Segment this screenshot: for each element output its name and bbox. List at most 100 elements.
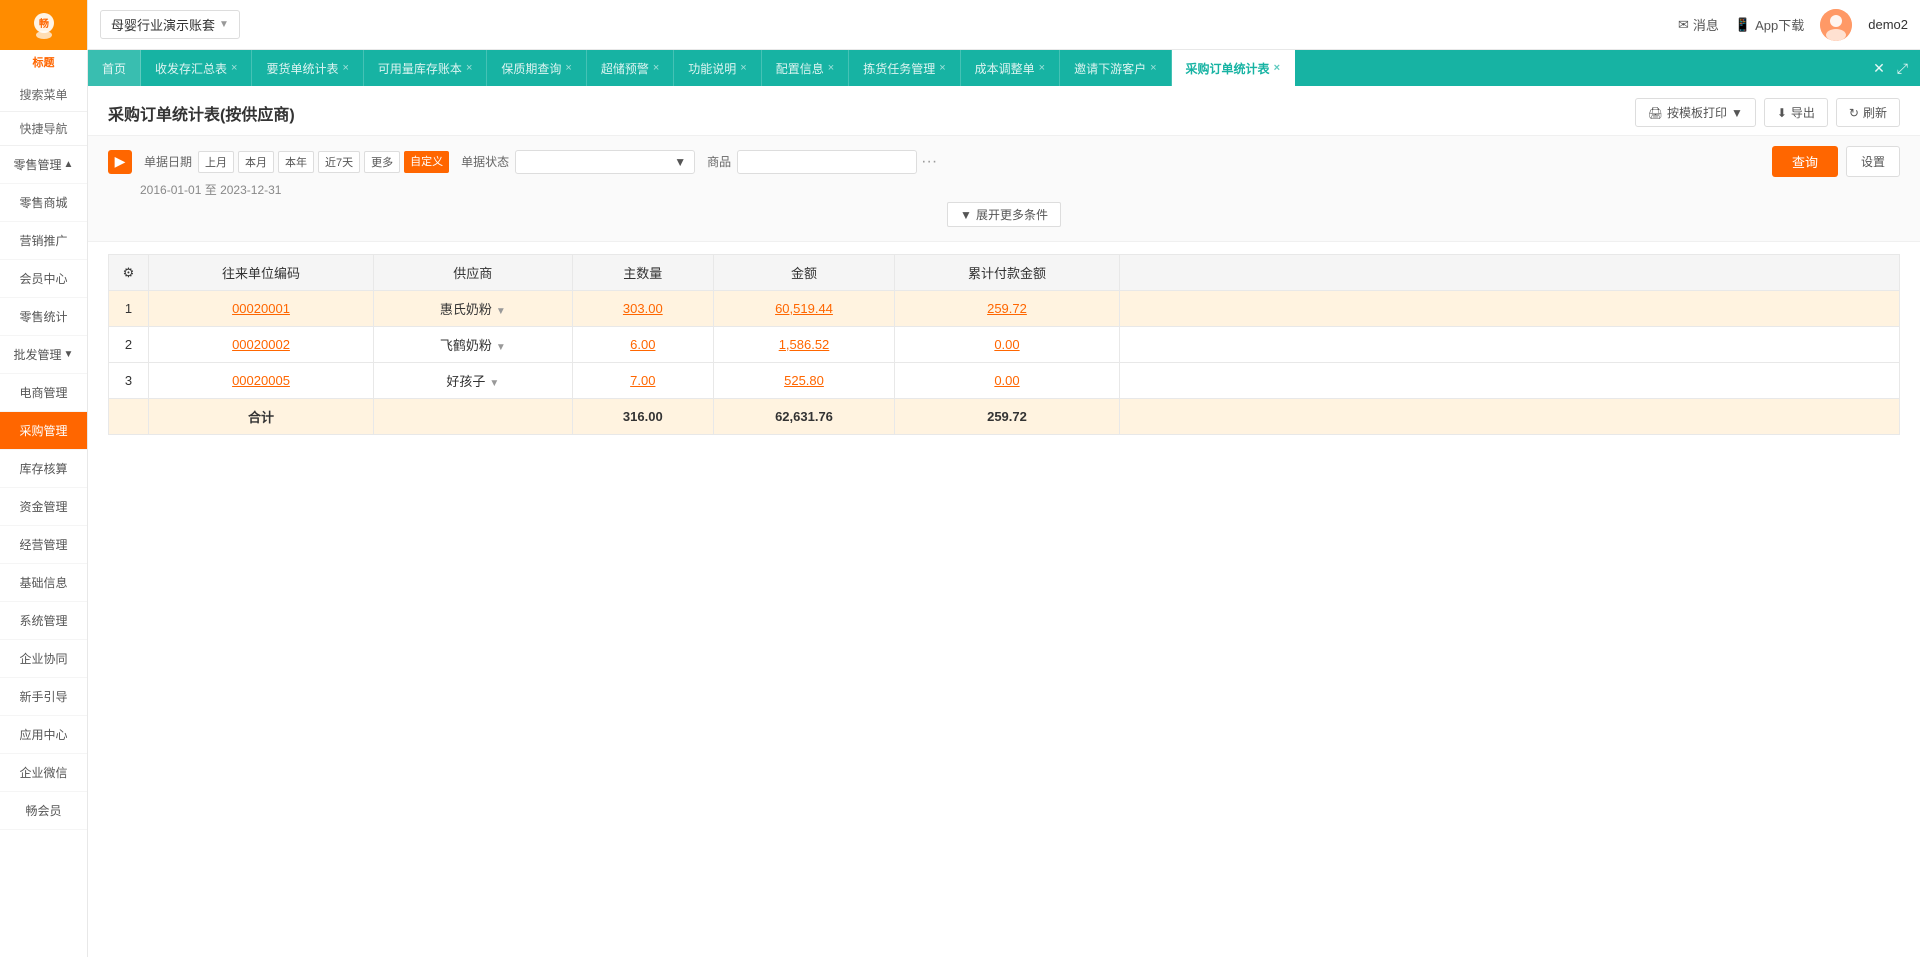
sidebar-item-retail-mgmt[interactable]: 零售管理 ▲ bbox=[0, 146, 87, 184]
close-icon[interactable]: × bbox=[231, 62, 237, 74]
chevron-down-icon: ▼ bbox=[1731, 106, 1743, 120]
tab-pick-task[interactable]: 拣货任务管理 × bbox=[849, 50, 960, 86]
chevron-down-icon: ▼ bbox=[64, 349, 74, 360]
row-paid[interactable]: 0.00 bbox=[894, 363, 1119, 399]
row-qty[interactable]: 303.00 bbox=[572, 291, 713, 327]
row-amount[interactable]: 525.80 bbox=[714, 363, 895, 399]
shortcut-this-month[interactable]: 本月 bbox=[238, 151, 274, 173]
sidebar-item-label: 营销推广 bbox=[19, 234, 67, 248]
tab-invite[interactable]: 邀请下游客户 × bbox=[1060, 50, 1171, 86]
sidebar: 畅 标题 搜索菜单 快捷导航 零售管理 ▲ 零售商城 营销推广 会员中心 零售统… bbox=[0, 0, 88, 957]
sidebar-item-inventory[interactable]: 库存核算 bbox=[0, 450, 87, 488]
sidebar-item-ops[interactable]: 经营管理 bbox=[0, 526, 87, 564]
expand-tab-button[interactable]: ⤢ bbox=[1893, 58, 1912, 79]
sidebar-item-system[interactable]: 系统管理 bbox=[0, 602, 87, 640]
sidebar-item-retail-stat[interactable]: 零售统计 bbox=[0, 298, 87, 336]
tab-expiry[interactable]: 保质期查询 × bbox=[487, 50, 586, 86]
message-button[interactable]: ✉ 消息 bbox=[1678, 15, 1719, 34]
row-code[interactable]: 00020001 bbox=[149, 291, 374, 327]
sidebar-item-member-center[interactable]: 会员中心 bbox=[0, 260, 87, 298]
row-paid[interactable]: 0.00 bbox=[894, 327, 1119, 363]
chevron-down-icon[interactable]: ▼ bbox=[496, 306, 506, 317]
close-icon[interactable]: × bbox=[653, 62, 659, 74]
close-icon[interactable]: × bbox=[1039, 62, 1045, 74]
expand-more-button[interactable]: ▼ 展开更多条件 bbox=[947, 202, 1061, 227]
sidebar-item-enterprise[interactable]: 企业协同 bbox=[0, 640, 87, 678]
row-code[interactable]: 00020002 bbox=[149, 327, 374, 363]
row-paid[interactable]: 259.72 bbox=[894, 291, 1119, 327]
tab-cost-adj[interactable]: 成本调整单 × bbox=[961, 50, 1060, 86]
quick-nav-item[interactable]: 快捷导航 bbox=[0, 112, 87, 146]
page-actions: 🖨 按模板打印 ▼ ⬇ 导出 ↻ 刷新 bbox=[1635, 98, 1900, 127]
sidebar-item-label: 库存核算 bbox=[19, 462, 67, 476]
sidebar-item-finance[interactable]: 资金管理 bbox=[0, 488, 87, 526]
row-qty[interactable]: 7.00 bbox=[572, 363, 713, 399]
tab-usable-stock[interactable]: 可用量库存账本 × bbox=[364, 50, 487, 86]
custom-date-tag[interactable]: 自定义 bbox=[404, 151, 449, 173]
query-button[interactable]: 查询 bbox=[1772, 146, 1838, 177]
app-download-button[interactable]: 📱 App下载 bbox=[1735, 15, 1804, 34]
shortcut-last-month[interactable]: 上月 bbox=[198, 151, 234, 173]
sidebar-item-marketing[interactable]: 营销推广 bbox=[0, 222, 87, 260]
tab-label: 要货单统计表 bbox=[266, 60, 338, 77]
row-qty[interactable]: 6.00 bbox=[572, 327, 713, 363]
status-select[interactable]: ▼ bbox=[515, 150, 695, 174]
row-amount[interactable]: 60,519.44 bbox=[714, 291, 895, 327]
chevron-down-icon[interactable]: ▼ bbox=[489, 378, 499, 389]
tab-func-desc[interactable]: 功能说明 × bbox=[674, 50, 761, 86]
print-button[interactable]: 🖨 按模板打印 ▼ bbox=[1635, 98, 1756, 127]
row-num: 1 bbox=[109, 291, 149, 327]
tab-overstock[interactable]: 超储预警 × bbox=[587, 50, 674, 86]
table-header-row: ⚙ 往来单位编码 供应商 主数量 金额 累计付款金额 bbox=[109, 255, 1900, 291]
sidebar-item-ecommerce[interactable]: 电商管理 bbox=[0, 374, 87, 412]
page-content: 采购订单统计表(按供应商) 🖨 按模板打印 ▼ ⬇ 导出 ↻ 刷新 bbox=[88, 86, 1920, 957]
shortcut-this-year[interactable]: 本年 bbox=[278, 151, 314, 173]
close-icon[interactable]: × bbox=[1274, 62, 1280, 74]
close-icon[interactable]: × bbox=[828, 62, 834, 74]
search-menu-item[interactable]: 搜索菜单 bbox=[0, 78, 87, 112]
footer-paid: 259.72 bbox=[894, 399, 1119, 435]
close-icon[interactable]: × bbox=[342, 62, 348, 74]
message-label: 消息 bbox=[1693, 15, 1719, 34]
tab-config-info[interactable]: 配置信息 × bbox=[762, 50, 849, 86]
data-table: ⚙ 往来单位编码 供应商 主数量 金额 累计付款金额 1 00020001 惠氏… bbox=[108, 254, 1900, 435]
close-tab-button[interactable]: ✕ bbox=[1869, 58, 1889, 79]
tab-purchase-stat[interactable]: 采购订单统计表 × bbox=[1172, 50, 1295, 86]
sidebar-item-enterprise-wx[interactable]: 企业微信 bbox=[0, 754, 87, 792]
settings-icon[interactable]: ⚙ bbox=[123, 265, 135, 280]
tab-label: 收发存汇总表 bbox=[155, 60, 227, 77]
row-num: 3 bbox=[109, 363, 149, 399]
setting-button[interactable]: 设置 bbox=[1846, 146, 1900, 177]
sidebar-item-newbie[interactable]: 新手引导 bbox=[0, 678, 87, 716]
row-amount[interactable]: 1,586.52 bbox=[714, 327, 895, 363]
more-options-button[interactable]: ··· bbox=[921, 153, 937, 171]
sidebar-item-basic[interactable]: 基础信息 bbox=[0, 564, 87, 602]
close-icon[interactable]: × bbox=[939, 62, 945, 74]
sidebar-item-app-center[interactable]: 应用中心 bbox=[0, 716, 87, 754]
row-supplier: 惠氏奶粉▼ bbox=[374, 291, 573, 327]
close-icon[interactable]: × bbox=[1150, 62, 1156, 74]
sidebar-item-member[interactable]: 畅会员 bbox=[0, 792, 87, 830]
close-icon[interactable]: × bbox=[740, 62, 746, 74]
export-button[interactable]: ⬇ 导出 bbox=[1764, 98, 1828, 127]
sidebar-item-purchase[interactable]: 采购管理 bbox=[0, 412, 87, 450]
row-code[interactable]: 00020005 bbox=[149, 363, 374, 399]
sidebar-item-label: 采购管理 bbox=[19, 424, 67, 438]
close-icon[interactable]: × bbox=[466, 62, 472, 74]
sidebar-item-label: 畅会员 bbox=[25, 804, 61, 818]
sidebar-item-wholesale[interactable]: 批发管理 ▼ bbox=[0, 336, 87, 374]
chevron-down-icon[interactable]: ▼ bbox=[496, 342, 506, 353]
refresh-button[interactable]: ↻ 刷新 bbox=[1836, 98, 1900, 127]
shortcut-more[interactable]: 更多 bbox=[364, 151, 400, 173]
sidebar-item-retail-store[interactable]: 零售商城 bbox=[0, 184, 87, 222]
tab-home[interactable]: 首页 bbox=[88, 50, 141, 86]
shortcut-7days[interactable]: 近7天 bbox=[318, 151, 360, 173]
tab-req-stat[interactable]: 要货单统计表 × bbox=[252, 50, 363, 86]
close-icon[interactable]: × bbox=[565, 62, 571, 74]
goods-input[interactable] bbox=[737, 150, 917, 174]
col-settings: ⚙ bbox=[109, 255, 149, 291]
row-num: 2 bbox=[109, 327, 149, 363]
filter-toggle-button[interactable]: ▶ bbox=[108, 150, 132, 174]
tab-recv-send[interactable]: 收发存汇总表 × bbox=[141, 50, 252, 86]
workspace-selector[interactable]: 母婴行业演示账套 ▼ bbox=[100, 10, 240, 39]
